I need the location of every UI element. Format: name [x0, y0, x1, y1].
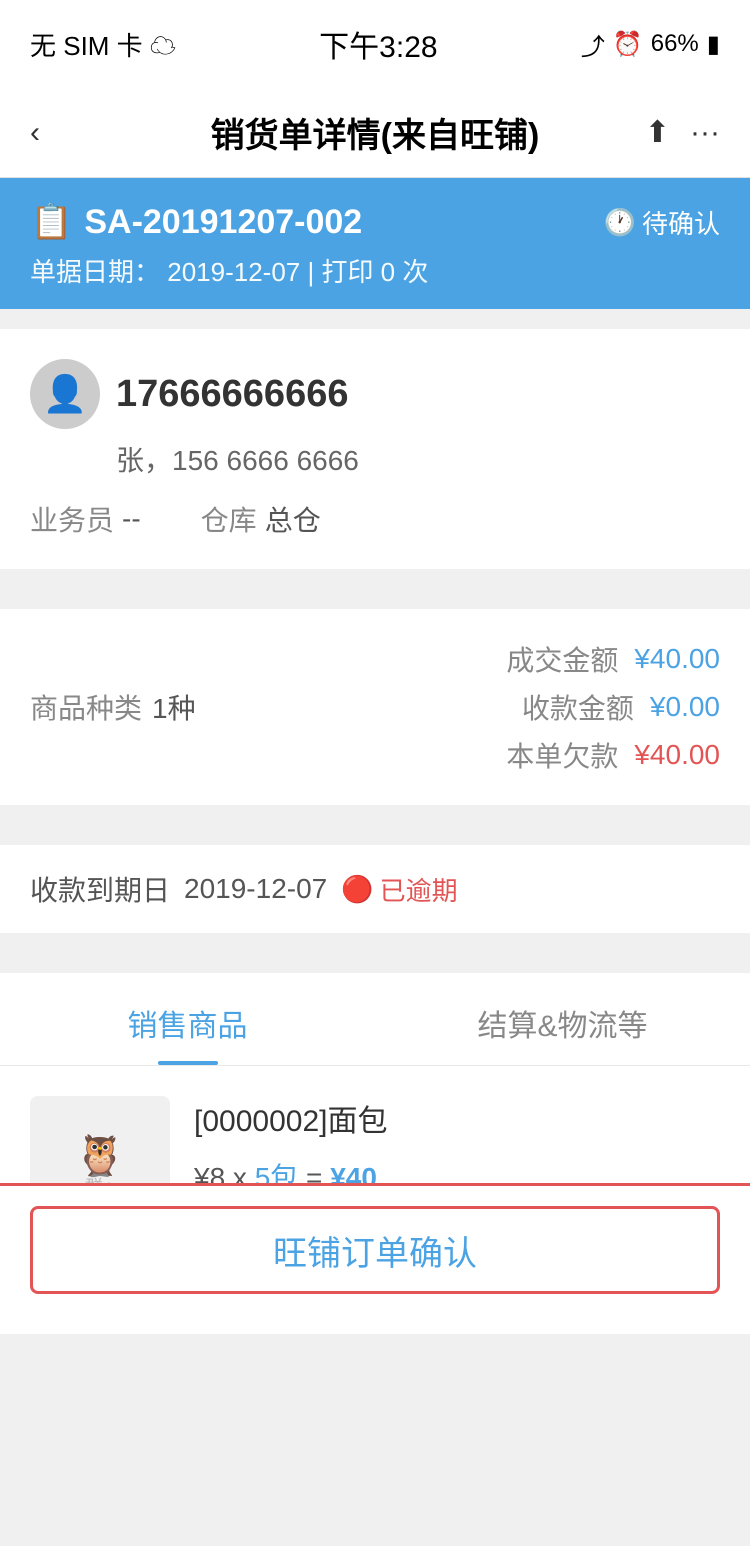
order-header-card: 📋 SA-20191207-002 🕐 待确认 单据日期： 2019-12-07… [0, 178, 750, 309]
tab-sales-products-label: 销售商品 [128, 1010, 248, 1043]
product-type-label: 商品种类 [30, 687, 142, 727]
status-time: 下午3:28 [319, 22, 437, 66]
order-date-value: 2019-12-07 [167, 257, 300, 287]
order-id: 📋 SA-20191207-002 [30, 202, 362, 242]
warehouse-label: 仓库 [201, 499, 257, 539]
due-date-label: 收款到期日 [30, 869, 170, 909]
tab-settlement-logistics-label: 结算&物流等 [477, 1010, 647, 1043]
battery-indicator: 66% [651, 30, 699, 58]
status-clock-icon: 🕐 [604, 207, 636, 238]
product-type: 商品种类 1种 [30, 639, 486, 775]
date-label: 单据日期： [30, 257, 160, 287]
share-button[interactable]: ⬆ [645, 115, 670, 150]
sim-wifi-indicator: 无 SIM 卡 ☁ [30, 26, 176, 63]
deal-amount-label: 成交金额 [506, 639, 618, 679]
page-title: 销货单详情(来自旺铺) [110, 108, 640, 157]
product-info: [0000002]面包 ¥8 x 5包 = ¥40 [194, 1096, 720, 1196]
owed-label: 本单欠款 [506, 735, 618, 775]
order-id-text: SA-20191207-002 [84, 203, 362, 242]
status-left: 无 SIM 卡 ☁ [30, 26, 176, 63]
divider-3 [0, 933, 750, 953]
sales-person: 业务员 -- [30, 499, 141, 539]
wangpu-confirm-button[interactable]: 旺铺订单确认 [30, 1206, 720, 1294]
tab-sales-products[interactable]: 销售商品 [0, 973, 375, 1065]
bottom-bar: 旺铺订单确认 [0, 1183, 750, 1334]
nav-right-actions: ⬆ ··· [640, 115, 720, 150]
received-amount-row: 收款金额 ¥0.00 [522, 687, 720, 727]
divider-1 [0, 569, 750, 589]
due-date-value: 2019-12-07 [184, 873, 327, 905]
tabs-container: 销售商品 结算&物流等 [0, 973, 750, 1066]
warehouse-value: 总仓 [265, 499, 321, 539]
product-type-value: 1种 [152, 687, 196, 727]
amounts: 成交金额 ¥40.00 收款金额 ¥0.00 本单欠款 ¥40.00 [506, 639, 720, 775]
received-value: ¥0.00 [650, 691, 720, 723]
deal-amount-row: 成交金额 ¥40.00 [506, 639, 720, 679]
alarm-icon: ⏰ [613, 30, 643, 59]
divider-2 [0, 805, 750, 825]
customer-card: 👤 17666666666 张，156 6666 6666 业务员 -- 仓库 … [0, 329, 750, 569]
more-button[interactable]: ··· [690, 116, 720, 150]
back-button[interactable]: ‹ [30, 116, 40, 150]
status-bar: 无 SIM 卡 ☁ 下午3:28 ⤴ ⏰ 66% ▮ [0, 0, 750, 88]
order-header-top: 📋 SA-20191207-002 🕐 待确认 [30, 202, 720, 242]
order-status: 🕐 待确认 [604, 204, 720, 241]
nav-bar: ‹ 销货单详情(来自旺铺) ⬆ ··· [0, 88, 750, 178]
battery-icon: ▮ [707, 30, 720, 59]
customer-name: 张，156 6666 6666 [116, 439, 720, 479]
owed-amount-row: 本单欠款 ¥40.00 [506, 735, 720, 775]
tab-settlement-logistics[interactable]: 结算&物流等 [375, 973, 750, 1065]
product-name: [0000002]面包 [194, 1096, 720, 1140]
sales-value: -- [122, 503, 141, 535]
location-icon: ⤴ [581, 27, 605, 62]
sales-label: 业务员 [30, 499, 114, 539]
avatar-icon: 👤 [43, 373, 88, 415]
avatar: 👤 [30, 359, 100, 429]
deal-amount-value: ¥40.00 [634, 643, 720, 675]
due-date-card: 收款到期日 2019-12-07 🔴 已逾期 [0, 845, 750, 933]
overdue-badge: 🔴 已逾期 [341, 871, 457, 908]
print-info: | 打印 0 次 [307, 257, 428, 287]
nav-left-actions: ‹ [30, 116, 110, 150]
customer-phone-row: 👤 17666666666 [30, 359, 720, 429]
received-label: 收款金额 [522, 687, 634, 727]
order-date-row: 单据日期： 2019-12-07 | 打印 0 次 [30, 252, 720, 289]
overdue-text: 已逾期 [380, 871, 458, 908]
status-text: 待确认 [642, 204, 720, 241]
warehouse: 仓库 总仓 [201, 499, 321, 539]
customer-meta: 业务员 -- 仓库 总仓 [30, 499, 720, 539]
order-icon: 📋 [30, 202, 72, 242]
customer-phone-number: 17666666666 [116, 373, 348, 416]
status-right: ⤴ ⏰ 66% ▮ [581, 27, 720, 62]
summary-card: 商品种类 1种 成交金额 ¥40.00 收款金额 ¥0.00 本单欠款 ¥40.… [0, 609, 750, 805]
overdue-icon: 🔴 [341, 874, 373, 905]
owl-icon: 🦉 [75, 1136, 125, 1176]
owed-value: ¥40.00 [634, 739, 720, 771]
